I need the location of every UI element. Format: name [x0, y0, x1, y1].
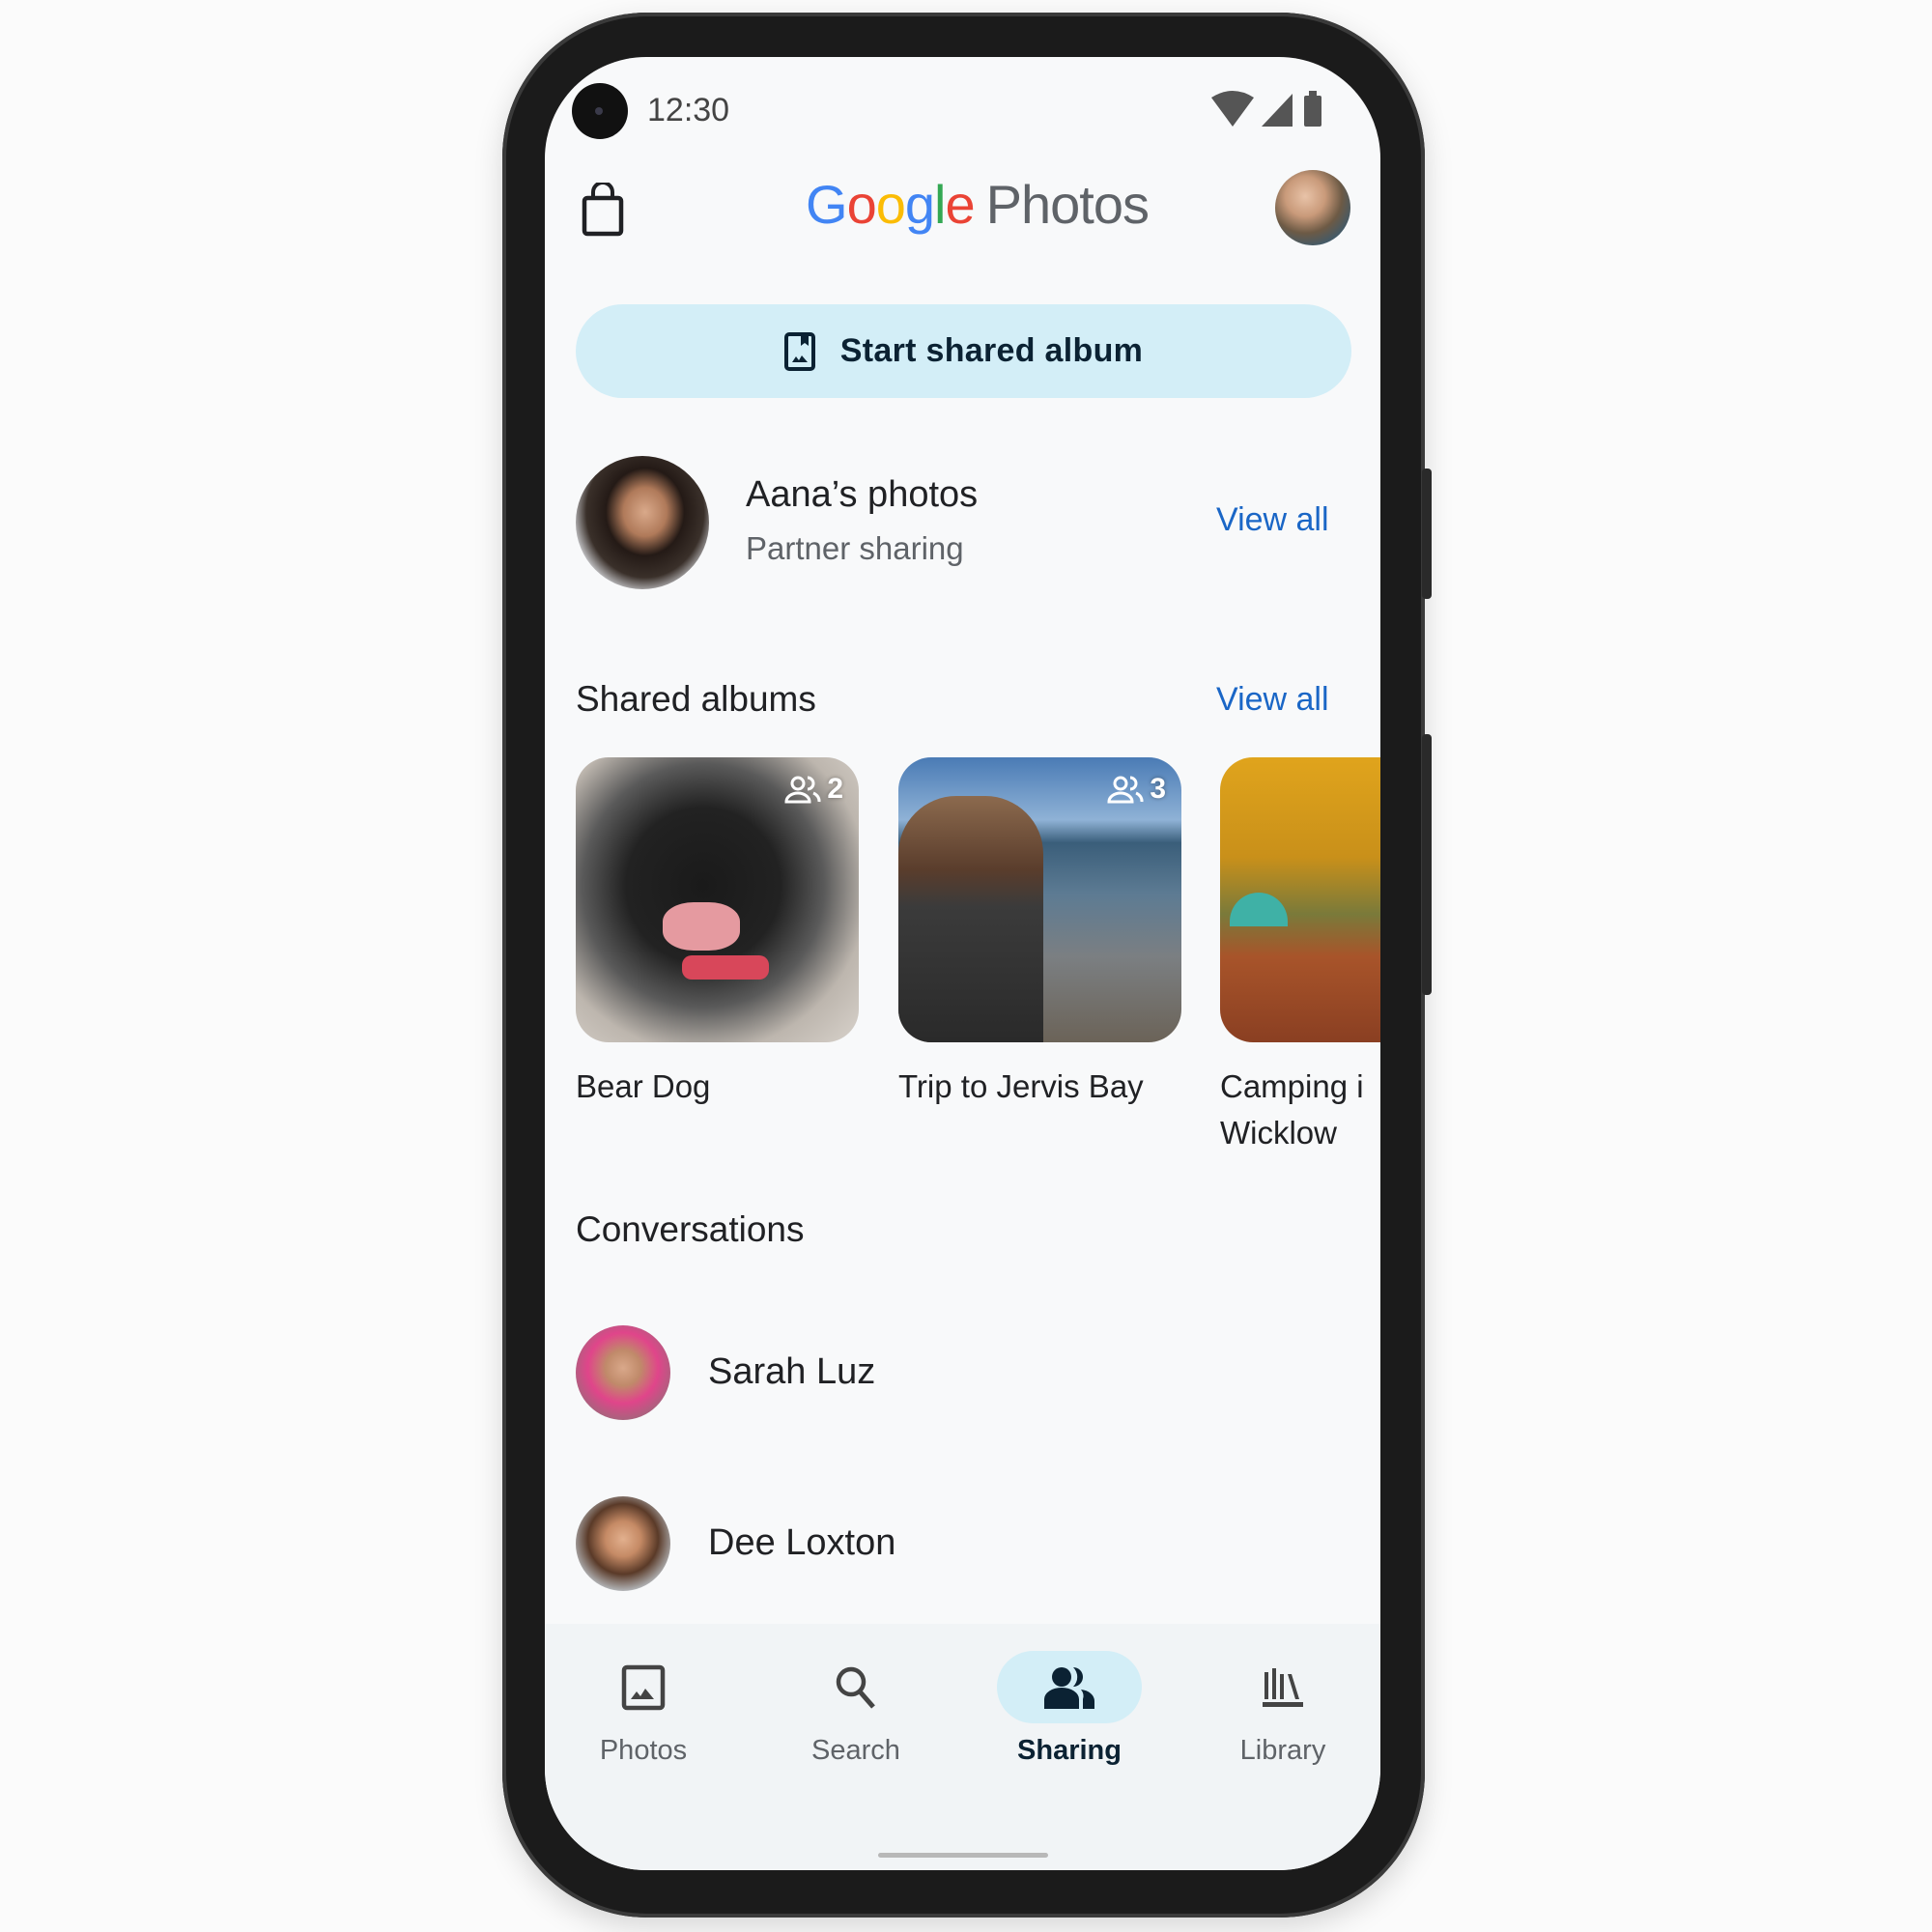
- album-photo-detail: [663, 902, 740, 951]
- shared-albums-view-all-link[interactable]: View all: [1216, 681, 1329, 719]
- album-photo-detail: [1230, 893, 1288, 926]
- bottom-navigation: Photos Search Sharing Library: [545, 1624, 1380, 1870]
- nav-tab-search[interactable]: Search: [759, 1624, 952, 1769]
- cellular-signal-icon: [1262, 94, 1293, 127]
- conversation-item[interactable]: Sarah Luz: [576, 1325, 1349, 1420]
- status-time: 12:30: [647, 92, 730, 128]
- battery-icon: [1304, 96, 1321, 127]
- partner-avatar[interactable]: [576, 456, 709, 589]
- album-photo-detail: [682, 955, 769, 980]
- album-title[interactable]: Bear Dog: [576, 1064, 710, 1110]
- status-icons: [1211, 91, 1321, 127]
- shared-albums-heading: Shared albums: [576, 679, 816, 719]
- photo-icon: [621, 1664, 666, 1710]
- phone-screen: 12:30 Google Photos Start shared album Aa…: [545, 57, 1380, 1870]
- album-members-badge: 3: [1107, 773, 1166, 806]
- conversation-name: Dee Loxton: [708, 1522, 896, 1563]
- album-card-bear-dog[interactable]: 2: [576, 757, 859, 1042]
- conversation-name: Sarah Luz: [708, 1351, 876, 1392]
- conversation-avatar: [576, 1325, 670, 1420]
- people-outline-icon: [784, 776, 821, 804]
- account-avatar[interactable]: [1275, 170, 1350, 245]
- conversation-avatar: [576, 1496, 670, 1591]
- album-title[interactable]: Camping i Wicklow: [1220, 1064, 1364, 1156]
- nav-tab-library[interactable]: Library: [1186, 1624, 1379, 1769]
- library-icon: [1263, 1667, 1303, 1707]
- album-card-jervis-bay[interactable]: 3: [898, 757, 1181, 1042]
- volume-button: [1422, 734, 1432, 995]
- shared-album-icon: [783, 331, 815, 371]
- power-button: [1422, 469, 1432, 599]
- people-outline-icon: [1107, 776, 1144, 804]
- app-logo: Google Photos: [806, 174, 1150, 235]
- search-icon: [836, 1666, 875, 1709]
- shopping-bag-icon[interactable]: [582, 183, 624, 237]
- album-title[interactable]: Trip to Jervis Bay: [898, 1064, 1144, 1110]
- start-shared-album-label: Start shared album: [839, 332, 1144, 369]
- partner-subtitle: Partner sharing: [746, 530, 964, 566]
- start-shared-album-button[interactable]: Start shared album: [576, 304, 1351, 398]
- nav-tab-photos[interactable]: Photos: [547, 1624, 740, 1769]
- album-card-camping-wicklow[interactable]: [1220, 757, 1380, 1042]
- wifi-icon: [1211, 91, 1254, 127]
- partner-title[interactable]: Aana’s photos: [746, 474, 978, 516]
- conversation-item[interactable]: Dee Loxton: [576, 1496, 1349, 1591]
- conversations-heading: Conversations: [576, 1209, 805, 1249]
- people-icon: [1044, 1666, 1095, 1709]
- front-camera: [572, 83, 628, 139]
- nav-tab-sharing[interactable]: Sharing: [973, 1624, 1166, 1769]
- home-indicator[interactable]: [878, 1853, 1048, 1858]
- partner-view-all-link[interactable]: View all: [1216, 501, 1329, 539]
- album-members-badge: 2: [784, 773, 843, 806]
- album-photo-detail: [898, 796, 1043, 1042]
